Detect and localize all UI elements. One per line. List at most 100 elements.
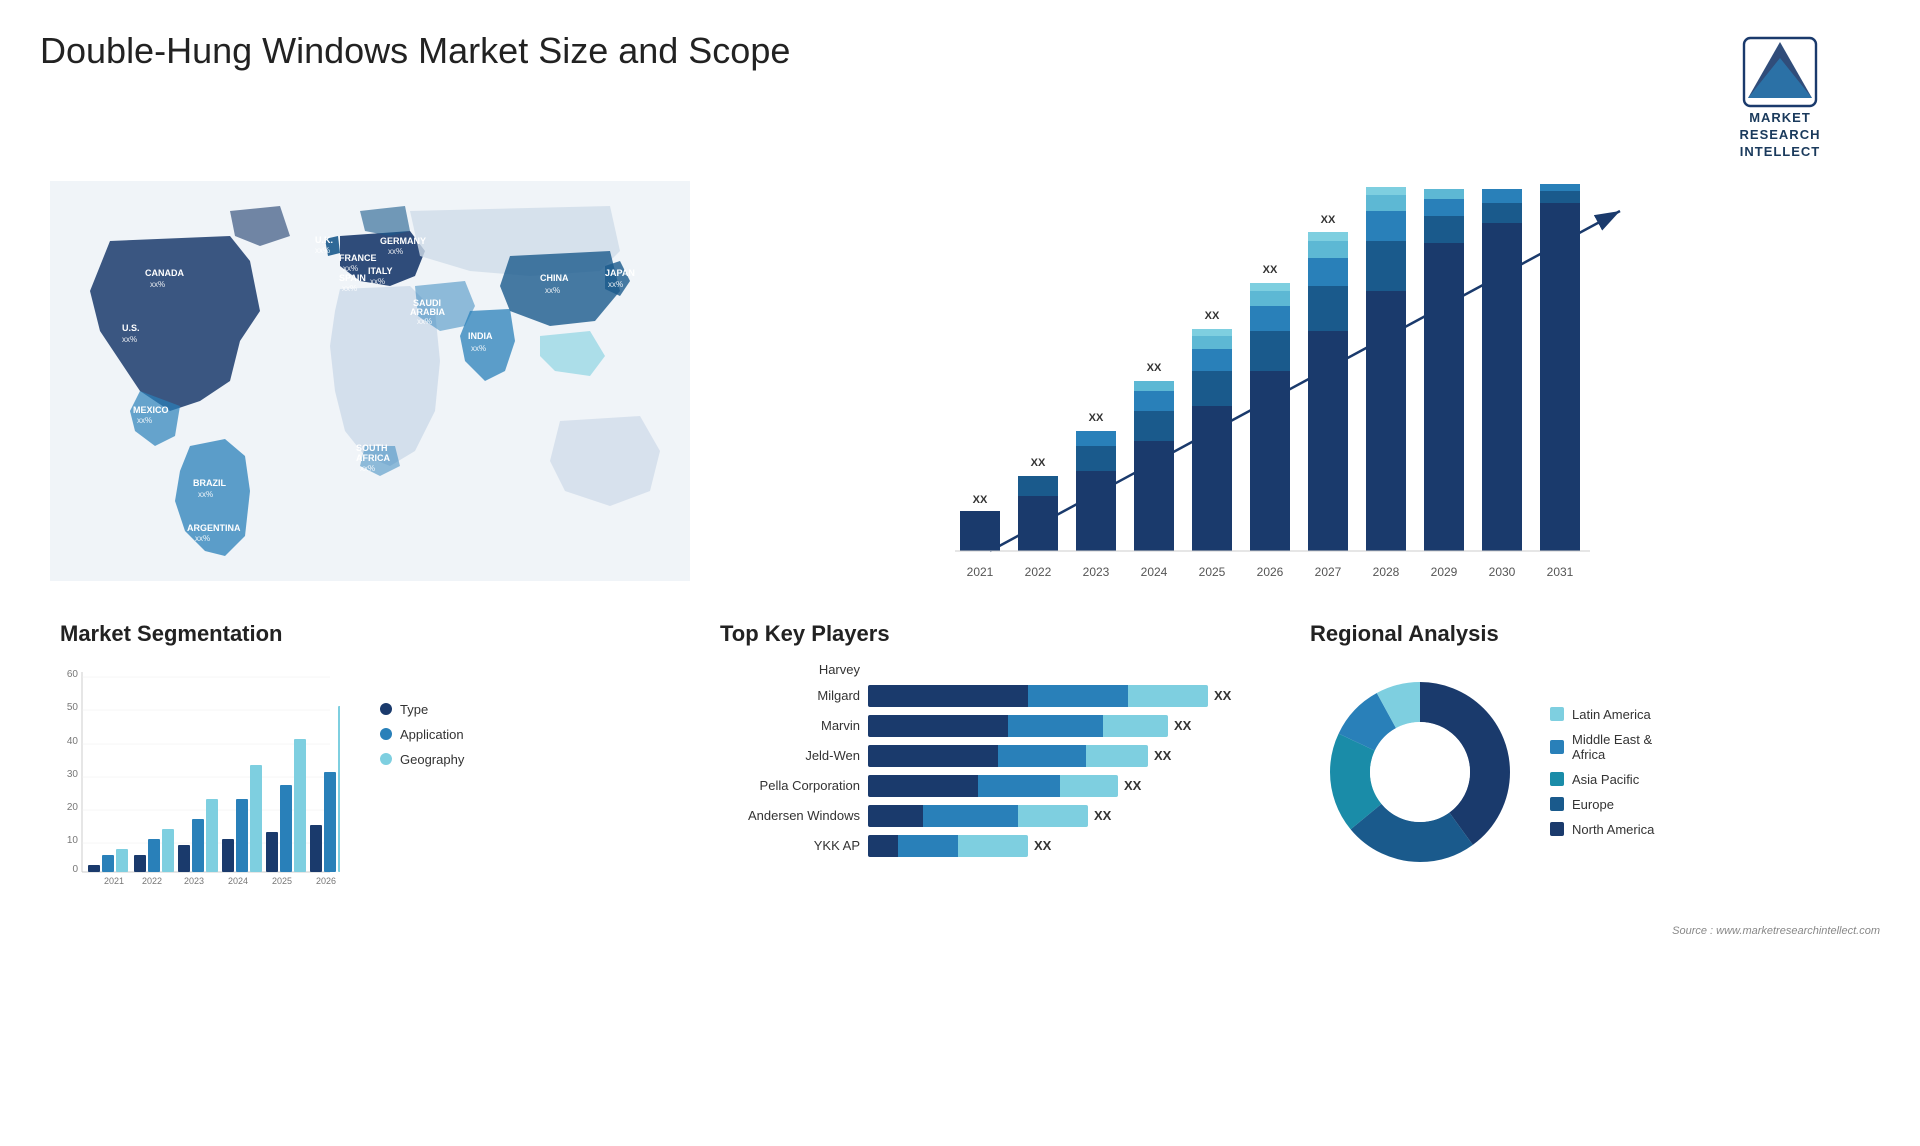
donut-container: Latin America Middle East &Africa Asia P… <box>1310 662 1860 882</box>
svg-text:U.K.: U.K. <box>315 235 333 245</box>
donut-chart <box>1310 662 1530 882</box>
player-name: Harvey <box>720 662 860 677</box>
svg-text:MEXICO: MEXICO <box>133 405 169 415</box>
svg-text:INDIA: INDIA <box>468 331 493 341</box>
svg-text:60: 60 <box>67 669 79 680</box>
svg-text:2025: 2025 <box>272 876 292 886</box>
players-title: Top Key Players <box>720 621 1270 647</box>
list-item: Jeld-Wen XX <box>720 745 1270 767</box>
svg-text:2030: 2030 <box>1489 565 1516 579</box>
legend-europe: Europe <box>1550 797 1654 812</box>
legend-north-america: North America <box>1550 822 1654 837</box>
svg-text:XX: XX <box>1495 181 1510 184</box>
legend-type-label: Type <box>400 702 428 717</box>
svg-text:20: 20 <box>67 802 79 813</box>
legend-application: Application <box>380 727 464 742</box>
seg-legend: Type Application Geography <box>380 702 464 767</box>
legend-mea-label: Middle East &Africa <box>1572 732 1652 762</box>
legend-asia-pacific-color <box>1550 772 1564 786</box>
svg-text:CANADA: CANADA <box>145 268 184 278</box>
bottom-row: Market Segmentation 60 50 40 30 20 10 0 <box>40 601 1880 917</box>
svg-text:30: 30 <box>67 769 79 780</box>
legend-mea-color <box>1550 740 1564 754</box>
legend-type: Type <box>380 702 464 717</box>
legend-application-label: Application <box>400 727 464 742</box>
svg-text:XX: XX <box>1031 457 1046 469</box>
svg-text:XX: XX <box>1205 310 1220 322</box>
list-item: YKK AP XX <box>720 835 1270 857</box>
svg-text:2023: 2023 <box>1083 565 1110 579</box>
svg-text:2025: 2025 <box>1199 565 1226 579</box>
svg-text:ARGENTINA: ARGENTINA <box>187 523 241 533</box>
player-name: Jeld-Wen <box>720 748 860 763</box>
svg-text:xx%: xx% <box>122 335 137 344</box>
legend-north-america-label: North America <box>1572 822 1654 837</box>
svg-text:FRANCE: FRANCE <box>339 253 377 263</box>
player-name: Andersen Windows <box>720 808 860 823</box>
svg-text:GERMANY: GERMANY <box>380 236 426 246</box>
donut-legend: Latin America Middle East &Africa Asia P… <box>1550 707 1654 837</box>
legend-mea: Middle East &Africa <box>1550 732 1654 762</box>
svg-text:XX: XX <box>1437 181 1452 184</box>
svg-text:xx%: xx% <box>417 317 432 326</box>
list-item: Milgard XX <box>720 685 1270 707</box>
player-bar-wrap: XX <box>868 805 1270 827</box>
svg-text:SOUTH: SOUTH <box>356 443 388 453</box>
svg-text:50: 50 <box>67 702 79 713</box>
player-bar-wrap: XX <box>868 835 1270 857</box>
svg-text:xx%: xx% <box>315 246 330 255</box>
player-bar-wrap: XX <box>868 685 1270 707</box>
logo-text: MARKETRESEARCHINTELLECT <box>1740 110 1821 161</box>
svg-text:CHINA: CHINA <box>540 273 569 283</box>
svg-text:XX: XX <box>1147 362 1162 374</box>
regional-section: Regional Analysis <box>1290 611 1880 907</box>
player-value: XX <box>1124 778 1141 793</box>
map-section: CANADA xx% U.S. xx% MEXICO xx% BRAZIL xx… <box>40 171 700 601</box>
list-item: Marvin XX <box>720 715 1270 737</box>
player-name: Milgard <box>720 688 860 703</box>
svg-text:xx%: xx% <box>360 464 375 473</box>
player-name: YKK AP <box>720 838 860 853</box>
svg-text:2026: 2026 <box>1257 565 1284 579</box>
legend-type-dot <box>380 703 392 715</box>
segmentation-section: Market Segmentation 60 50 40 30 20 10 0 <box>40 611 700 907</box>
player-value: XX <box>1214 688 1231 703</box>
source-text: Source : www.marketresearchintellect.com <box>0 917 1920 941</box>
list-item: Harvey <box>720 662 1270 677</box>
svg-text:xx%: xx% <box>198 490 213 499</box>
player-bar-wrap: XX <box>868 715 1270 737</box>
svg-text:XX: XX <box>973 494 988 506</box>
page-title: Double-Hung Windows Market Size and Scop… <box>40 30 790 72</box>
player-value: XX <box>1154 748 1171 763</box>
player-value: XX <box>1034 838 1051 853</box>
logo-icon <box>1740 30 1820 110</box>
segmentation-title: Market Segmentation <box>60 621 680 647</box>
svg-text:0: 0 <box>72 864 78 875</box>
svg-text:xx%: xx% <box>388 247 403 256</box>
legend-geography-label: Geography <box>400 752 464 767</box>
logo-area: MARKETRESEARCHINTELLECT <box>1680 30 1880 161</box>
svg-text:xx%: xx% <box>370 277 385 286</box>
svg-text:10: 10 <box>67 835 79 846</box>
player-bar-wrap: XX <box>868 775 1270 797</box>
svg-text:AFRICA: AFRICA <box>356 453 390 463</box>
svg-text:BRAZIL: BRAZIL <box>193 478 226 488</box>
svg-text:JAPAN: JAPAN <box>605 268 635 278</box>
svg-text:2027: 2027 <box>1315 565 1342 579</box>
svg-text:2029: 2029 <box>1431 565 1458 579</box>
legend-north-america-color <box>1550 822 1564 836</box>
svg-text:xx%: xx% <box>471 344 486 353</box>
list-item: Pella Corporation XX <box>720 775 1270 797</box>
svg-text:2026: 2026 <box>316 876 336 886</box>
segmentation-chart: 60 50 40 30 20 10 0 <box>60 662 340 892</box>
legend-latin-america: Latin America <box>1550 707 1654 722</box>
svg-text:xx%: xx% <box>608 280 623 289</box>
header: Double-Hung Windows Market Size and Scop… <box>0 0 1920 171</box>
svg-text:2023: 2023 <box>184 876 204 886</box>
svg-text:2021: 2021 <box>967 565 994 579</box>
legend-geography: Geography <box>380 752 464 767</box>
svg-text:2024: 2024 <box>1141 565 1168 579</box>
svg-text:2028: 2028 <box>1373 565 1400 579</box>
svg-text:U.S.: U.S. <box>122 323 140 333</box>
svg-text:XX: XX <box>1553 181 1568 184</box>
